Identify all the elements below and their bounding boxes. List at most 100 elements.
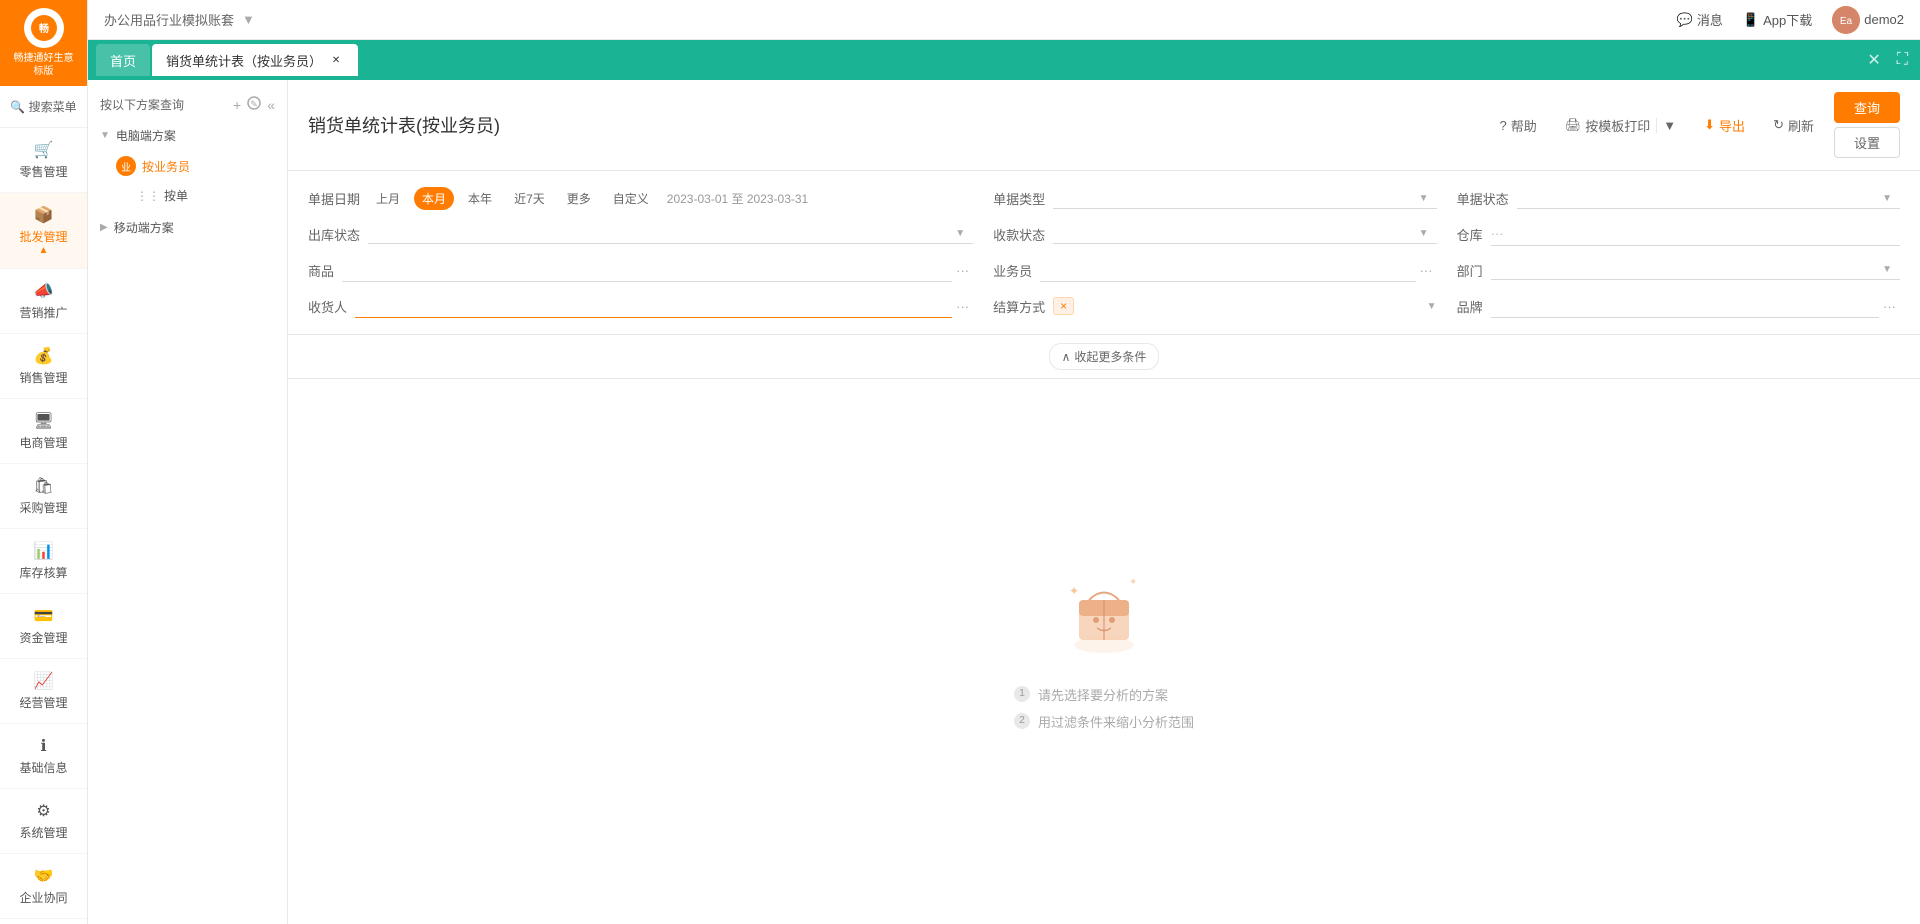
filter-doc-status: 单据状态 ▼: [1457, 189, 1900, 209]
filter-goods: 商品 ···: [308, 258, 973, 282]
top-header: 办公用品行业模拟账套 ▼ 💬 消息 📱 App下载 Ea demo2: [88, 0, 1920, 40]
doc-status-select[interactable]: ▼: [1517, 189, 1900, 209]
sidebar-item-purchase[interactable]: 🛍 采购管理: [0, 464, 87, 529]
message-action[interactable]: 💬 消息: [1677, 10, 1723, 29]
header-left: 办公用品行业模拟账套 ▼: [104, 10, 255, 29]
collapse-icon: ∧: [1062, 350, 1071, 364]
print-icon: 🖨: [1565, 117, 1582, 133]
warehouse-select[interactable]: ···: [1491, 222, 1900, 246]
add-plan-icon[interactable]: +: [233, 97, 241, 113]
left-panel: 按以下方案查询 + ✎ « ▼ 电脑端方案 业 按业务员: [88, 80, 288, 924]
custom-btn[interactable]: 自定义: [605, 187, 657, 210]
brand-input[interactable]: [1491, 294, 1879, 318]
doc-type-select[interactable]: ▼: [1053, 189, 1436, 209]
settlement-tag-close[interactable]: ×: [1060, 299, 1067, 313]
sidebar-item-basic[interactable]: ℹ 基础信息: [0, 724, 87, 789]
collapse-panel-icon[interactable]: «: [267, 97, 275, 113]
purchase-icon: 🛍: [4, 476, 83, 496]
plan-item-by-salesperson[interactable]: 业 按业务员: [88, 150, 287, 182]
template-print-button[interactable]: 🖨 按模板打印 ▼: [1557, 112, 1684, 139]
search-menu-item[interactable]: 🔍 搜索菜单: [6, 94, 81, 119]
department-select[interactable]: ▼: [1491, 260, 1900, 280]
mobile-section-arrow: ▶: [100, 222, 108, 233]
outbound-arrow: ▼: [955, 228, 965, 239]
dropdown-arrow-icon[interactable]: ▼: [242, 12, 255, 27]
svg-text:✦: ✦: [1129, 577, 1137, 588]
goods-input[interactable]: [342, 258, 952, 282]
tab-bar-right: ✕ ⛶: [1863, 46, 1912, 74]
user-profile[interactable]: Ea demo2: [1832, 6, 1904, 34]
sidebar-item-operations[interactable]: 📈 经营管理: [0, 659, 87, 724]
settlement-control: × ▼: [1053, 297, 1436, 315]
sidebar-item-enterprise[interactable]: 🤝 企业协同: [0, 854, 87, 919]
goods-control: ···: [342, 258, 973, 282]
toolbar-actions: ? 帮助 🖨 按模板打印 ▼ ⬇ 导出 ↻ 刷新: [1491, 92, 1900, 158]
collapse-filters-button[interactable]: ∧ 收起更多条件: [1049, 343, 1160, 370]
edit-plan-icon[interactable]: ✎: [247, 96, 261, 113]
plan-section-pc: ▼ 电脑端方案 业 按业务员 ⋮⋮ 按单: [88, 121, 287, 209]
this-year-btn[interactable]: 本年: [460, 187, 500, 210]
basic-icon: ℹ: [4, 736, 83, 756]
plan-section-pc-title[interactable]: ▼ 电脑端方案: [88, 121, 287, 150]
home-tab-label: 首页: [110, 51, 136, 70]
sidebar-item-finance[interactable]: 💳 资金管理: [0, 594, 87, 659]
mobile-icon: 📱: [1743, 12, 1759, 28]
sidebar-item-retail[interactable]: 🛒 零售管理: [0, 128, 87, 193]
svg-text:✦: ✦: [1069, 584, 1079, 598]
tab-home[interactable]: 首页: [96, 44, 150, 76]
sidebar-logo[interactable]: 畅 畅捷通好生意 标版: [0, 0, 87, 86]
goods-more-btn[interactable]: ···: [952, 263, 973, 278]
wholesale-icon: 📦: [34, 205, 54, 225]
plan-section-mobile-title[interactable]: ▶ 移动端方案: [88, 213, 287, 242]
salesperson-plan-icon: 业: [116, 156, 136, 176]
filter-outbound: 出库状态 ▼: [308, 224, 973, 244]
empty-step-2: 2 用过滤条件来缩小分析范围: [1014, 712, 1194, 731]
department-arrow: ▼: [1882, 264, 1892, 275]
tab-maximize-icon[interactable]: ⛶: [1893, 47, 1912, 73]
outbound-select[interactable]: ▼: [368, 224, 973, 244]
sidebar-item-inventory[interactable]: 📊 库存核算: [0, 529, 87, 594]
salesperson-input[interactable]: [1040, 258, 1415, 282]
filter-doc-type: 单据类型 ▼: [993, 189, 1436, 209]
export-button[interactable]: ⬇ 导出: [1696, 112, 1753, 139]
empty-text: 1 请先选择要分析的方案 2 用过滤条件来缩小分析范围: [1014, 685, 1194, 739]
payment-select[interactable]: ▼: [1053, 224, 1436, 244]
sales-stat-tab-label: 销货单统计表（按业务员）: [166, 51, 322, 70]
settlement-arrow[interactable]: ▼: [1427, 301, 1437, 312]
sidebar-nav: 🛒 零售管理 📦 批发管理 ▲ 📣 营销推广 💰 销售管理 🖥 电商管理 🛍 采…: [0, 128, 87, 924]
tab-close-window-icon[interactable]: ✕: [1863, 46, 1884, 74]
sidebar-item-system[interactable]: ⚙ 系统管理: [0, 789, 87, 854]
inventory-icon: 📊: [4, 541, 83, 561]
doc-status-control: ▼: [1517, 189, 1900, 209]
sidebar-item-newbie[interactable]: 🎯 新手引导: [0, 919, 87, 924]
app-download-action[interactable]: 📱 App下载: [1743, 10, 1812, 29]
tab-sales-stat[interactable]: 销货单统计表（按业务员） ✕: [152, 44, 358, 76]
sidebar-item-ecommerce[interactable]: 🖥 电商管理: [0, 399, 87, 464]
help-button[interactable]: ? 帮助: [1491, 112, 1544, 139]
refresh-button[interactable]: ↻ 刷新: [1765, 112, 1822, 139]
empty-step-1: 1 请先选择要分析的方案: [1014, 685, 1194, 704]
plan-item-by-order[interactable]: ⋮⋮ 按单: [88, 182, 287, 209]
salesperson-label: 业务员: [993, 261, 1032, 280]
tab-close-button[interactable]: ✕: [328, 52, 344, 68]
sidebar-item-sales[interactable]: 💰 销售管理: [0, 334, 87, 399]
outbound-control: ▼: [368, 224, 973, 244]
doc-status-arrow: ▼: [1882, 193, 1892, 204]
settings-button[interactable]: 设置: [1834, 127, 1900, 158]
this-month-btn[interactable]: 本月: [414, 187, 454, 210]
last-7-btn[interactable]: 近7天: [506, 187, 553, 210]
more-btn[interactable]: 更多: [559, 187, 599, 210]
consignee-more-btn[interactable]: ···: [952, 299, 973, 314]
filter-salesperson: 业务员 ···: [993, 258, 1436, 282]
print-dropdown-arrow[interactable]: ▼: [1656, 118, 1676, 133]
consignee-input[interactable]: [355, 294, 952, 318]
avatar: Ea: [1832, 6, 1860, 34]
last-month-btn[interactable]: 上月: [368, 187, 408, 210]
sidebar-item-marketing[interactable]: 📣 营销推广: [0, 269, 87, 334]
salesperson-more-btn[interactable]: ···: [1416, 263, 1437, 278]
brand-more-btn[interactable]: ···: [1879, 299, 1900, 314]
content-header: 销货单统计表(按业务员) ? 帮助 🖨 按模板打印 ▼ ⬇ 导出: [288, 80, 1920, 171]
sidebar-item-wholesale[interactable]: 📦 批发管理 ▲: [0, 193, 87, 269]
query-button[interactable]: 查询: [1834, 92, 1900, 123]
header-right: 💬 消息 📱 App下载 Ea demo2: [1677, 6, 1904, 34]
